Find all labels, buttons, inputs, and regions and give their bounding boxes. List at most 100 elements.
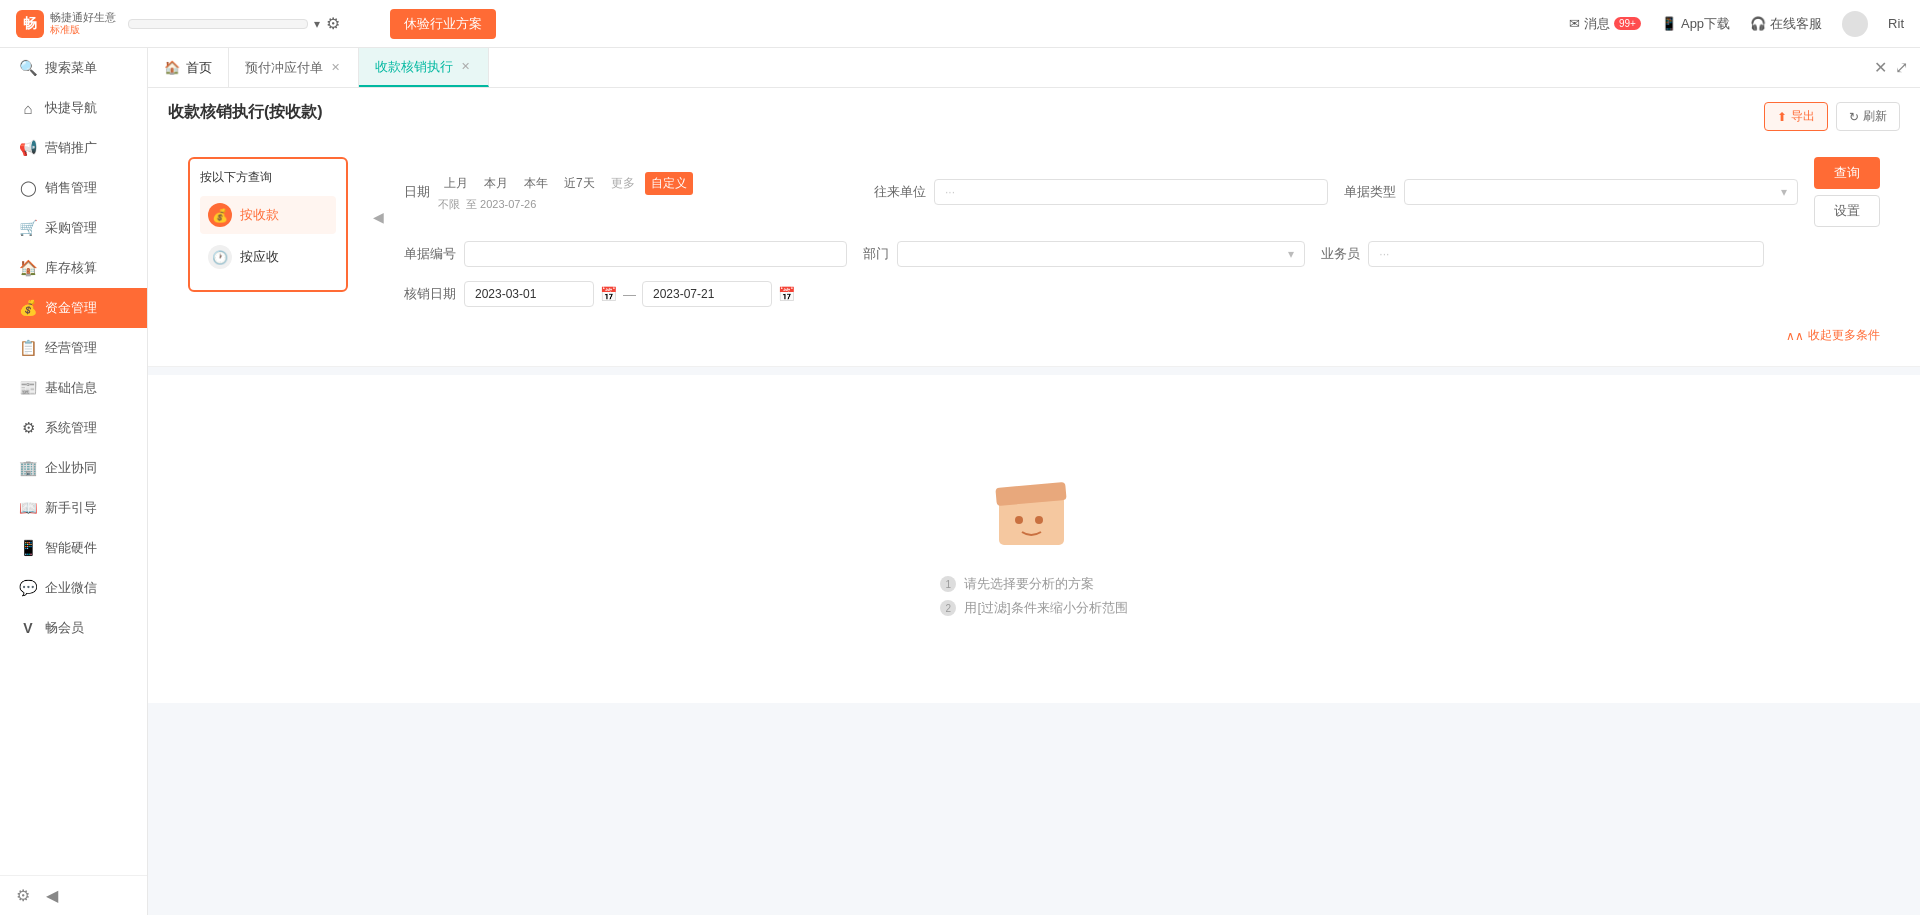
- partner-input[interactable]: ···: [934, 179, 1328, 205]
- empty-state: 1 请先选择要分析的方案 2 用[过滤]条件来缩小分析范围: [148, 375, 1920, 703]
- date-shortcuts: 上月 本月 本年 近7天 更多 自定义: [438, 172, 858, 195]
- sidebar-item-marketing[interactable]: 📢 营销推广: [0, 128, 147, 168]
- calendar-end-icon[interactable]: 📅: [778, 286, 795, 302]
- filter-row-3: 核销日期 📅 — 📅: [404, 281, 1880, 307]
- refresh-btn[interactable]: ↻ 刷新: [1836, 102, 1900, 131]
- operation-icon: 📋: [19, 339, 37, 357]
- filter-right: 日期 上月 本月 本年 近7天 更多 自定义: [404, 157, 1880, 350]
- sidebar-item-label: 销售管理: [45, 179, 97, 197]
- filter-query-box: 按以下方查询 💰 按收款 🕐 按应收: [188, 157, 348, 292]
- sidebar-item-basic-info[interactable]: 📰 基础信息: [0, 368, 147, 408]
- filter-option-by-receipt[interactable]: 💰 按收款: [200, 196, 336, 234]
- smart-hw-icon: 📱: [19, 539, 37, 557]
- date-no-limit: 不限: [438, 197, 460, 212]
- verify-date-end[interactable]: [642, 281, 772, 307]
- doc-type-select[interactable]: ▾: [1404, 179, 1798, 205]
- tab-receivable-close[interactable]: ✕: [459, 58, 472, 75]
- date-field: 日期 上月 本月 本年 近7天 更多 自定义: [404, 172, 858, 212]
- tab-home[interactable]: 🏠 首页: [148, 48, 229, 87]
- close-tab-btn[interactable]: ✕: [1874, 58, 1887, 77]
- date-separator: —: [623, 287, 636, 302]
- filter-collapse-btn[interactable]: ◀: [368, 187, 388, 247]
- sidebar-item-vip[interactable]: V 畅会员: [0, 608, 147, 648]
- sidebar-item-quick-nav[interactable]: ⌂ 快捷导航: [0, 88, 147, 128]
- filter-option-receivable-label: 按应收: [240, 248, 279, 266]
- gear-icon[interactable]: ⚙: [326, 14, 340, 33]
- settings-bottom-icon[interactable]: ⚙: [16, 886, 30, 905]
- dept-select[interactable]: ▾: [897, 241, 1306, 267]
- date-this-month[interactable]: 本月: [478, 172, 514, 195]
- doc-no-input[interactable]: [464, 241, 847, 267]
- tab-receivable[interactable]: 收款核销执行 ✕: [359, 48, 489, 87]
- logo-icon: 畅: [16, 10, 44, 38]
- sidebar-item-purchase[interactable]: 🛒 采购管理: [0, 208, 147, 248]
- filter-settings-btn[interactable]: 设置: [1814, 195, 1880, 227]
- date-custom[interactable]: 自定义: [645, 172, 693, 195]
- sidebar-item-enterprise[interactable]: 🏢 企业协同: [0, 448, 147, 488]
- tab-home-label: 首页: [186, 59, 212, 77]
- sidebar-item-label: 基础信息: [45, 379, 97, 397]
- app-download[interactable]: 📱 App下载: [1661, 15, 1730, 33]
- tab-receivable-label: 收款核销执行: [375, 58, 453, 76]
- dropdown-icon[interactable]: ▾: [314, 17, 320, 31]
- header-search-box[interactable]: [128, 19, 308, 29]
- msg-badge: 99+: [1614, 17, 1641, 30]
- filter-option-by-receivable[interactable]: 🕐 按应收: [200, 238, 336, 276]
- sales-icon: ◯: [19, 179, 37, 197]
- query-btn[interactable]: 查询: [1814, 157, 1880, 189]
- purchase-icon: 🛒: [19, 219, 37, 237]
- hint-text-2: 用[过滤]条件来缩小分析范围: [964, 599, 1127, 617]
- refresh-icon: ↻: [1849, 110, 1859, 124]
- sidebar-item-inventory[interactable]: 🏠 库存核算: [0, 248, 147, 288]
- content-area: 🏠 首页 预付冲应付单 ✕ 收款核销执行 ✕ ✕ ⤢ 收款核销执行(按收款): [148, 48, 1920, 915]
- msg-icon: ✉: [1569, 16, 1580, 31]
- staff-label: 业务员: [1321, 245, 1360, 263]
- filter-option-receipt-label: 按收款: [240, 206, 279, 224]
- sidebar-item-label: 智能硬件: [45, 539, 97, 557]
- top-header: 畅 畅捷通好生意 标准版 ▾ ⚙ 休验行业方案 ✉ 消息 99+ 📱 App下载…: [0, 0, 1920, 48]
- svg-point-3: [1035, 516, 1043, 524]
- export-btn[interactable]: ⬆ 导出: [1764, 102, 1828, 131]
- date-to: 至 2023-07-26: [466, 197, 536, 212]
- date-7days[interactable]: 近7天: [558, 172, 601, 195]
- phone-icon: 📱: [1661, 16, 1677, 31]
- user-avatar[interactable]: [1842, 11, 1868, 37]
- sidebar-item-label: 资金管理: [45, 299, 97, 317]
- sidebar-item-beginner[interactable]: 📖 新手引导: [0, 488, 147, 528]
- partner-field: 往来单位 ···: [874, 179, 1328, 205]
- industry-btn[interactable]: 休验行业方案: [390, 9, 496, 39]
- date-this-year[interactable]: 本年: [518, 172, 554, 195]
- app-logo: 畅 畅捷通好生意 标准版: [16, 10, 116, 38]
- receivable-icon: 🕐: [208, 245, 232, 269]
- sidebar-item-sales[interactable]: ◯ 销售管理: [0, 168, 147, 208]
- online-service[interactable]: 🎧 在线客服: [1750, 15, 1822, 33]
- collapse-more-btn[interactable]: ∧∧ 收起更多条件: [404, 321, 1880, 350]
- sidebar-item-smart-hw[interactable]: 📱 智能硬件: [0, 528, 147, 568]
- tab-prepay[interactable]: 预付冲应付单 ✕: [229, 48, 359, 87]
- empty-icon: [984, 455, 1084, 555]
- sidebar-item-label: 采购管理: [45, 219, 97, 237]
- sidebar-item-search-menu[interactable]: 🔍 搜索菜单: [0, 48, 147, 88]
- verify-date-start[interactable]: [464, 281, 594, 307]
- sidebar-item-label: 新手引导: [45, 499, 97, 517]
- date-last-month[interactable]: 上月: [438, 172, 474, 195]
- sidebar-item-label: 畅会员: [45, 619, 84, 637]
- sidebar-item-corp-wechat[interactable]: 💬 企业微信: [0, 568, 147, 608]
- expand-tab-btn[interactable]: ⤢: [1895, 58, 1908, 77]
- sidebar-item-system[interactable]: ⚙ 系统管理: [0, 408, 147, 448]
- receipt-icon: 💰: [208, 203, 232, 227]
- calendar-start-icon[interactable]: 📅: [600, 286, 617, 302]
- empty-hints: 1 请先选择要分析的方案 2 用[过滤]条件来缩小分析范围: [940, 575, 1127, 623]
- sidebar-item-operation[interactable]: 📋 经营管理: [0, 328, 147, 368]
- headset-icon: 🎧: [1750, 16, 1766, 31]
- tab-prepay-close[interactable]: ✕: [329, 59, 342, 76]
- dept-field: 部门 ▾: [863, 241, 1306, 267]
- date-range: 不限 至 2023-07-26: [438, 197, 858, 212]
- page-header: 收款核销执行(按收款) ⬆ 导出 ↻ 刷新: [148, 88, 1920, 367]
- sidebar-item-capital[interactable]: 💰 资金管理: [0, 288, 147, 328]
- staff-input[interactable]: ···: [1368, 241, 1764, 267]
- collapse-sidebar-icon[interactable]: ◀: [46, 886, 58, 905]
- empty-box-svg: [984, 460, 1084, 550]
- msg-item[interactable]: ✉ 消息 99+: [1569, 15, 1641, 33]
- date-more[interactable]: 更多: [605, 172, 641, 195]
